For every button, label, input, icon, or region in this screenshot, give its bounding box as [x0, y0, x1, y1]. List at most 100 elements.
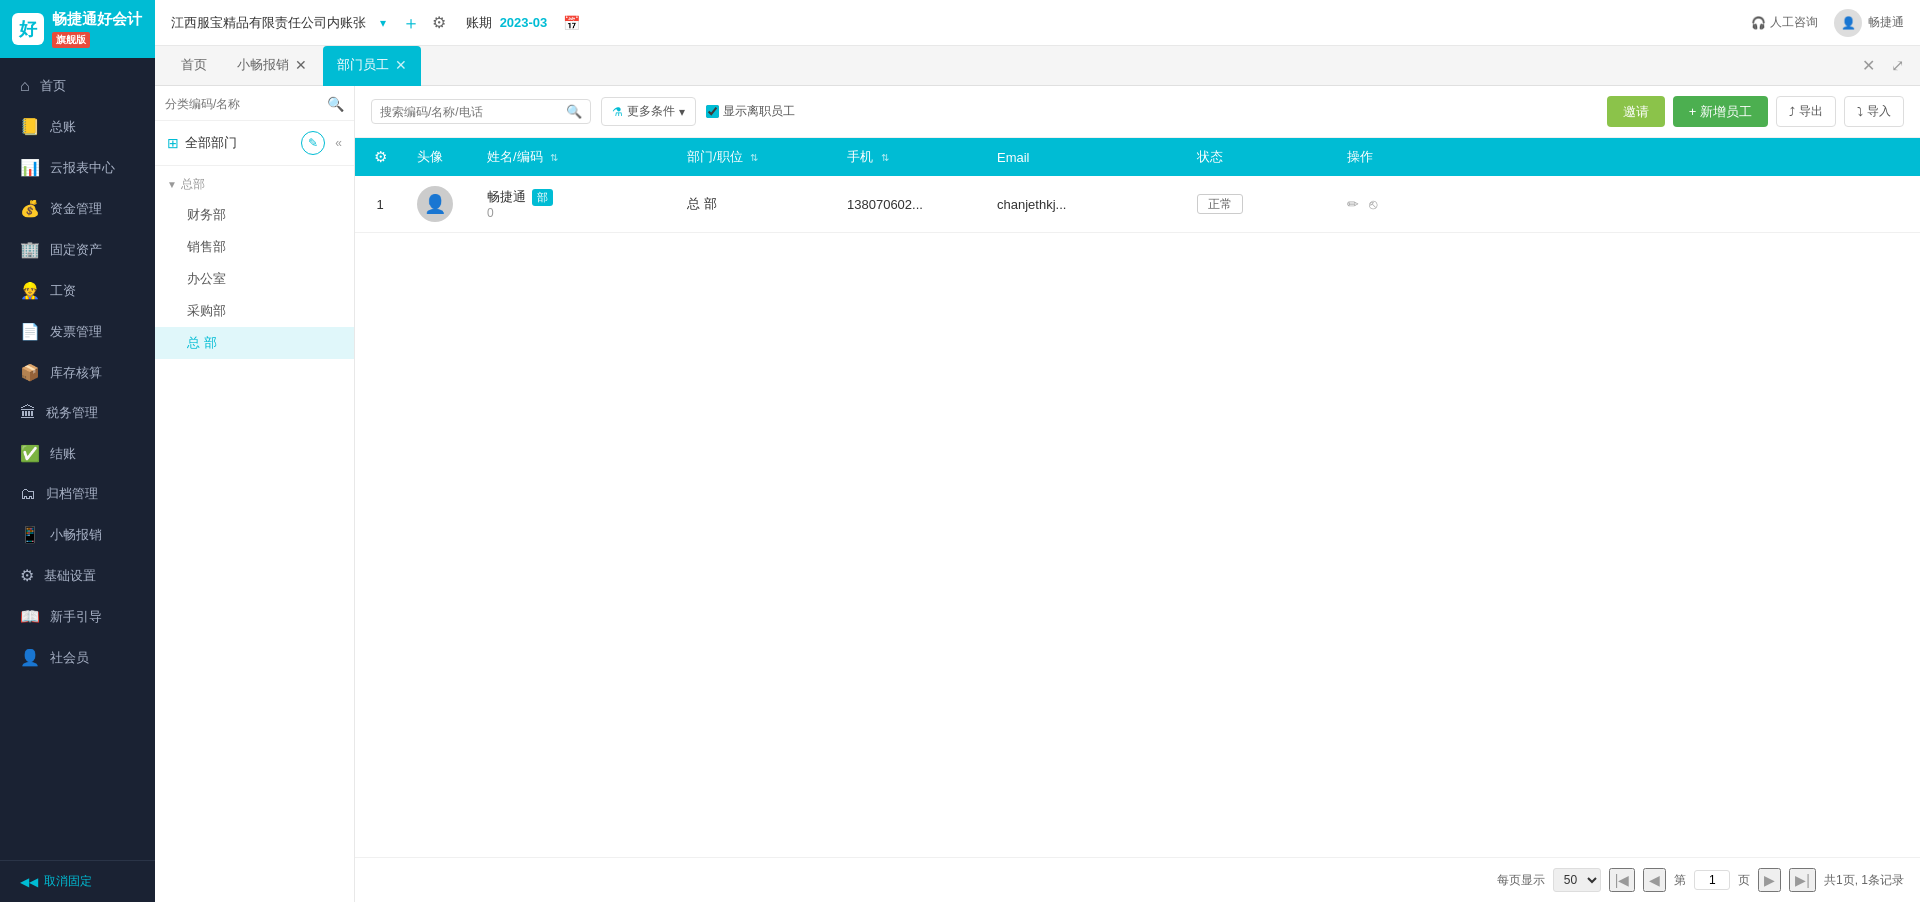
dept-grid-icon: ⊞ [167, 135, 179, 151]
search-icon[interactable]: 🔍 [566, 104, 582, 119]
employee-name-row: 畅捷通 部 [487, 188, 663, 206]
sidebar-item-general-ledger[interactable]: 📒 总账 [0, 106, 155, 147]
table-col-settings: ⚙ [355, 138, 405, 176]
col-avatar-label: 头像 [417, 149, 443, 164]
sidebar-item-reports[interactable]: 📊 云报表中心 [0, 147, 155, 188]
invoices-icon: 📄 [20, 322, 40, 341]
tab-dept-employee[interactable]: 部门员工 ✕ [323, 46, 421, 86]
dept-collapse-icon[interactable]: « [335, 136, 342, 150]
main-area: 江西服宝精品有限责任公司内账张 ▾ ＋ ⚙ 账期 2023-03 📅 🎧 人工咨… [155, 0, 1920, 902]
add-company-button[interactable]: ＋ [402, 11, 420, 35]
add-employee-button[interactable]: + 新增员工 [1673, 96, 1768, 127]
tabs-bar: 首页 小畅报销 ✕ 部门员工 ✕ ✕ ⤢ [155, 46, 1920, 86]
company-dropdown-icon[interactable]: ▾ [380, 16, 386, 30]
dept-edit-button[interactable]: ✎ [301, 131, 325, 155]
dept-group-label-text: 总部 [181, 176, 205, 193]
per-page-label: 每页显示 [1497, 872, 1545, 889]
company-name: 江西服宝精品有限责任公司内账张 [171, 14, 366, 32]
last-page-button[interactable]: ▶| [1789, 868, 1816, 892]
current-page-input[interactable]: 1 [1694, 870, 1730, 890]
prev-page-button[interactable]: ◀ [1643, 868, 1666, 892]
period-value: 2023-03 [500, 15, 548, 30]
employee-toolbar: 🔍 ⚗ 更多条件 ▾ 显示离职员工 邀请 + 新增员工 ⤴ 导出 [355, 86, 1920, 138]
guide-icon: 📖 [20, 607, 40, 626]
table-row: 1 👤 畅捷通 部 [355, 176, 1920, 233]
tab-expense-close[interactable]: ✕ [295, 57, 307, 73]
per-page-select[interactable]: 50 [1553, 868, 1601, 892]
dept-item-sales[interactable]: 销售部 [155, 231, 354, 263]
sidebar-item-invoices[interactable]: 📄 发票管理 [0, 311, 155, 352]
export-button[interactable]: ⤴ 导出 [1776, 96, 1836, 127]
dept-group-zongbu[interactable]: ▼ 总部 [155, 170, 354, 199]
sidebar-item-guide[interactable]: 📖 新手引导 [0, 596, 155, 637]
sidebar-item-home[interactable]: ⌂ 首页 [0, 66, 155, 106]
invite-button[interactable]: 邀请 [1607, 96, 1665, 127]
next-page-button[interactable]: ▶ [1758, 868, 1781, 892]
sidebar-item-social[interactable]: 👤 社会员 [0, 637, 155, 678]
edit-employee-button[interactable]: ✏ [1347, 196, 1359, 212]
arrow-down-icon: ▼ [167, 179, 177, 190]
sidebar-item-archive[interactable]: 🗂 归档管理 [0, 474, 155, 514]
social-icon: 👤 [20, 648, 40, 667]
user-menu[interactable]: 👤 畅捷通 [1834, 9, 1904, 37]
row-index: 1 [355, 176, 405, 233]
table-settings-icon[interactable]: ⚙ [374, 148, 387, 165]
calendar-icon[interactable]: 📅 [563, 15, 580, 31]
funds-icon: 💰 [20, 199, 40, 218]
topbar: 江西服宝精品有限责任公司内账张 ▾ ＋ ⚙ 账期 2023-03 📅 🎧 人工咨… [155, 0, 1920, 46]
col-phone-label: 手机 [847, 149, 873, 164]
support-button[interactable]: 🎧 人工咨询 [1751, 14, 1818, 31]
sidebar-item-label: 总账 [50, 118, 76, 136]
dept-item-office[interactable]: 办公室 [155, 263, 354, 295]
status-badge: 正常 [1197, 194, 1243, 214]
sidebar-item-funds[interactable]: 💰 资金管理 [0, 188, 155, 229]
sidebar-item-expense[interactable]: 📱 小畅报销 [0, 514, 155, 555]
sidebar-item-payroll[interactable]: 👷 工资 [0, 270, 155, 311]
sidebar-item-closing[interactable]: ✅ 结账 [0, 433, 155, 474]
sidebar-item-settings[interactable]: ⚙ 基础设置 [0, 555, 155, 596]
tab-expense[interactable]: 小畅报销 ✕ [223, 46, 321, 86]
sort-icon-phone[interactable]: ⇅ [881, 152, 889, 163]
dept-item-finance[interactable]: 财务部 [155, 199, 354, 231]
logo-text-container: 畅捷通好会计 旗舰版 [52, 10, 142, 48]
sidebar-item-label: 税务管理 [46, 404, 98, 422]
dept-item-purchase[interactable]: 采购部 [155, 295, 354, 327]
sidebar-item-label: 归档管理 [46, 485, 98, 503]
show-resigned-checkbox[interactable]: 显示离职员工 [706, 103, 795, 120]
table-col-avatar: 头像 [405, 138, 475, 176]
expand-tab-button[interactable]: ⤢ [1887, 56, 1908, 75]
dept-item-label: 财务部 [187, 207, 226, 222]
sidebar-item-tax[interactable]: 🏛 税务管理 [0, 393, 155, 433]
logo-edition: 旗舰版 [52, 32, 90, 48]
dept-search-bar: 🔍 [155, 86, 354, 121]
closing-icon: ✅ [20, 444, 40, 463]
more-filters-button[interactable]: ⚗ 更多条件 ▾ [601, 97, 696, 126]
sidebar-item-fixed-assets[interactable]: 🏢 固定资产 [0, 229, 155, 270]
unpin-button[interactable]: ◀◀ 取消固定 [0, 860, 155, 902]
sort-icon-dept[interactable]: ⇅ [750, 152, 758, 163]
tab-home[interactable]: 首页 [167, 46, 221, 86]
tab-expense-label: 小畅报销 [237, 56, 289, 74]
exit-employee-button[interactable]: ⎋ [1369, 196, 1377, 212]
row-avatar: 👤 [405, 176, 475, 233]
employee-name: 畅捷通 [487, 188, 526, 206]
sort-icon-name[interactable]: ⇅ [550, 152, 558, 163]
page-prefix-label: 第 [1674, 872, 1686, 889]
all-dept-header: ⊞ 全部部门 ✎ « [155, 121, 354, 166]
row-phone: 138070602... [835, 176, 985, 233]
import-button[interactable]: ⤵ 导入 [1844, 96, 1904, 127]
employee-search-input[interactable] [380, 105, 560, 119]
dept-search-icon[interactable]: 🔍 [327, 96, 344, 112]
dept-item-general[interactable]: 总 部 [155, 327, 354, 359]
total-records-label: 共1页, 1条记录 [1824, 872, 1904, 889]
first-page-button[interactable]: |◀ [1609, 868, 1636, 892]
sidebar-item-inventory[interactable]: 📦 库存核算 [0, 352, 155, 393]
settings-button[interactable]: ⚙ [432, 13, 446, 32]
tab-dept-close[interactable]: ✕ [395, 57, 407, 73]
close-tab-button[interactable]: ✕ [1858, 56, 1879, 75]
dept-search-input[interactable] [165, 97, 321, 111]
resigned-checkbox-input[interactable] [706, 105, 719, 118]
archive-icon: 🗂 [20, 485, 36, 503]
assets-icon: 🏢 [20, 240, 40, 259]
left-arrow-icon: ◀◀ [20, 875, 38, 889]
